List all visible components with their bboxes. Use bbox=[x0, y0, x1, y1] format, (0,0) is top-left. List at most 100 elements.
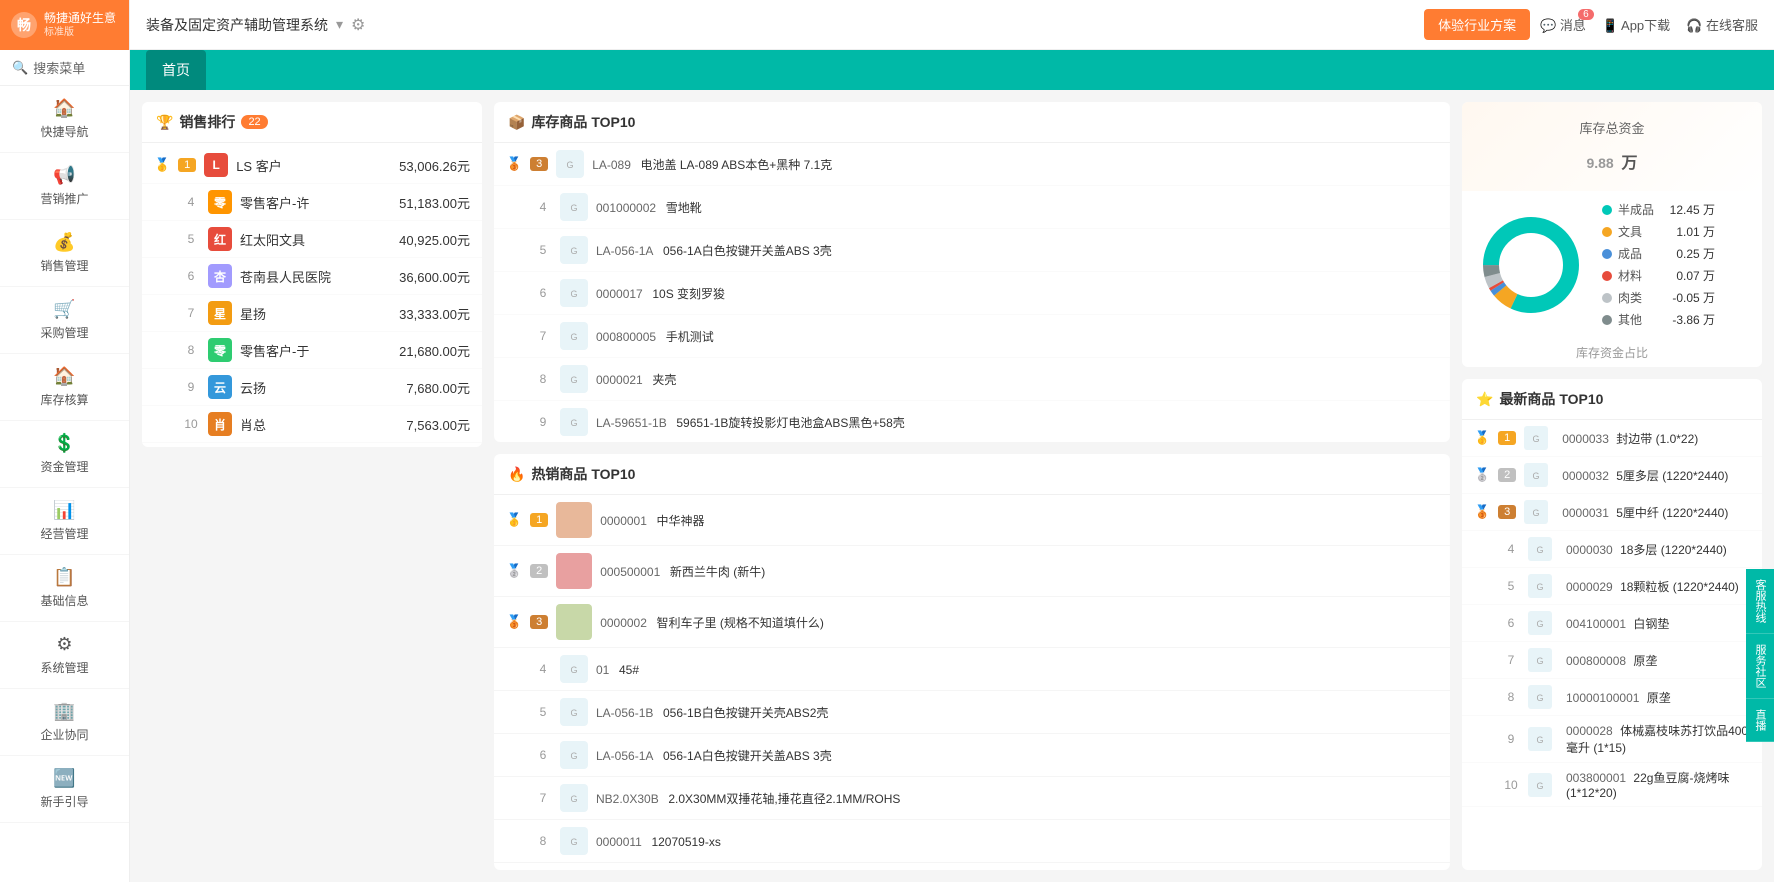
sidebar: 畅 畅捷通好生意 标准版 🔍 搜索菜单 🏠 快捷导航 📢 营销推广 💰 销售管理… bbox=[0, 0, 130, 882]
sidebar-item-operations[interactable]: 📊 经营管理 bbox=[0, 488, 129, 555]
finance-icon: 💲 bbox=[53, 433, 75, 454]
product-info: 0000021 夹壳 bbox=[596, 371, 1438, 388]
fire-icon: 🔥 bbox=[508, 466, 525, 483]
customer-name: 零售客户-许 bbox=[240, 193, 391, 212]
svg-text:G: G bbox=[1536, 619, 1543, 629]
sidebar-item-base-info[interactable]: 📋 基础信息 bbox=[0, 555, 129, 622]
product-name: 智利车子里 (规格不知道填什么) bbox=[657, 616, 824, 630]
float-live[interactable]: 直播 bbox=[1746, 699, 1774, 742]
product-name: 原垄 bbox=[1647, 691, 1671, 705]
message-icon: 💬 bbox=[1540, 18, 1556, 33]
list-item: 9 云 云扬 7,680.00元 bbox=[142, 369, 482, 406]
medal-icon: 🥈 bbox=[1474, 467, 1490, 483]
avatar: 零 bbox=[208, 338, 232, 362]
gear-icon[interactable]: ⚙ bbox=[351, 15, 365, 35]
avatar: 红 bbox=[208, 227, 232, 251]
customer-name: 红太阳文具 bbox=[240, 230, 391, 249]
product-info: 0000030 18多层 (1220*2440) bbox=[1566, 541, 1750, 558]
list-item: 7 G 000800005 手机测试 bbox=[494, 315, 1450, 358]
medal-icon: 🥇 bbox=[1474, 430, 1490, 446]
list-item: 5 G 0000029 18颗粒板 (1220*2440) bbox=[1462, 568, 1762, 605]
online-service-button[interactable]: 🎧 在线客服 bbox=[1686, 15, 1758, 34]
sidebar-item-system[interactable]: ⚙ 系统管理 bbox=[0, 622, 129, 689]
svg-text:G: G bbox=[570, 794, 577, 804]
product-name: 45# bbox=[619, 663, 639, 677]
search-icon: 🔍 bbox=[12, 60, 28, 76]
product-info: 0000002 智利车子里 (规格不知道填什么) bbox=[600, 614, 1438, 631]
legend-item: 材料 0.07 万 bbox=[1602, 267, 1715, 284]
list-item: 🥇 1 L LS 客户 53,006.26元 bbox=[142, 147, 482, 184]
svg-text:G: G bbox=[570, 289, 577, 299]
headset-icon: 🎧 bbox=[1686, 18, 1702, 33]
product-code: 0000011 bbox=[596, 835, 642, 849]
amount: 21,680.00元 bbox=[399, 341, 470, 360]
legend-label: 肉类 bbox=[1618, 289, 1654, 306]
legend-color bbox=[1602, 271, 1612, 281]
main-area: 装备及固定资产辅助管理系统 ▾ ⚙ 体验行业方案 💬 消息 6 📱 App下载 … bbox=[130, 0, 1774, 882]
list-item: 5 G LA-056-1A 056-1A白色按键开关盖ABS 3壳 bbox=[494, 229, 1450, 272]
inventory-summary-card: 库存总资金 9.88 万 bbox=[1462, 102, 1762, 367]
avatar: 云 bbox=[208, 375, 232, 399]
dropdown-arrow-icon[interactable]: ▾ bbox=[336, 16, 343, 33]
product-image bbox=[556, 553, 592, 589]
avatar: 零 bbox=[208, 190, 232, 214]
product-code: 0000017 bbox=[596, 287, 643, 301]
product-info: 0000032 5厘多层 (1220*2440) bbox=[1562, 467, 1750, 484]
mid-panel: 📦 库存商品 TOP10 🥉 3 G LA-089 电池盖 LA-089 ABS… bbox=[494, 102, 1450, 870]
product-thumbnail: G bbox=[560, 408, 588, 436]
sidebar-item-quick-nav[interactable]: 🏠 快捷导航 bbox=[0, 86, 129, 153]
sidebar-item-guide[interactable]: 🆕 新手引导 bbox=[0, 756, 129, 823]
float-community[interactable]: 服务社区 bbox=[1746, 634, 1774, 699]
sidebar-logo-text: 畅捷通好生意 标准版 bbox=[44, 11, 116, 40]
product-name: 封边带 (1.0*22) bbox=[1616, 432, 1698, 446]
float-buttons: 客服热线 服务社区 直播 bbox=[1746, 569, 1774, 742]
medal-icon: 🥇 bbox=[154, 157, 170, 173]
product-info: 0000001 中华神器 bbox=[600, 512, 1438, 529]
product-thumbnail: G bbox=[560, 784, 588, 812]
message-button[interactable]: 💬 消息 6 bbox=[1540, 15, 1586, 34]
base-info-icon: 📋 bbox=[53, 567, 75, 588]
topbar-title: 装备及固定资产辅助管理系统 ▾ ⚙ bbox=[146, 15, 1414, 35]
sidebar-item-inventory[interactable]: 🏠 库存核算 bbox=[0, 354, 129, 421]
product-name: 12070519-xs bbox=[651, 835, 720, 849]
app-download-button[interactable]: 📱 App下载 bbox=[1602, 15, 1670, 34]
product-info: 0000033 封边带 (1.0*22) bbox=[1562, 430, 1750, 447]
avatar: 杏 bbox=[208, 264, 232, 288]
search-menu[interactable]: 🔍 搜索菜单 bbox=[0, 50, 129, 86]
amount: 33,333.00元 bbox=[399, 304, 470, 323]
tab-home[interactable]: 首页 bbox=[146, 50, 206, 90]
stock-products-card: 📦 库存商品 TOP10 🥉 3 G LA-089 电池盖 LA-089 ABS… bbox=[494, 102, 1450, 442]
product-code: 000500001 bbox=[600, 565, 660, 579]
sidebar-item-marketing[interactable]: 📢 营销推广 bbox=[0, 153, 129, 220]
phone-icon: 📱 bbox=[1602, 18, 1618, 33]
inventory-total: 库存总资金 9.88 万 bbox=[1462, 102, 1762, 191]
product-thumbnail: G bbox=[1524, 500, 1548, 524]
product-info: 003800001 22g鱼豆腐-烧烤味 (1*12*20) bbox=[1566, 769, 1750, 800]
guide-icon: 🆕 bbox=[53, 768, 75, 789]
product-code: 10000100001 bbox=[1566, 691, 1639, 705]
product-thumbnail: G bbox=[560, 655, 588, 683]
legend-color bbox=[1602, 227, 1612, 237]
sidebar-item-finance[interactable]: 💲 资金管理 bbox=[0, 421, 129, 488]
legend-label: 其他 bbox=[1618, 311, 1654, 328]
list-item: 6 G 004100001 白钢垫 bbox=[1462, 605, 1762, 642]
medal-icon: 🥉 bbox=[1474, 504, 1490, 520]
product-code: 0000021 bbox=[596, 373, 643, 387]
float-customer-service[interactable]: 客服热线 bbox=[1746, 569, 1774, 634]
legend-item: 文具 1.01 万 bbox=[1602, 223, 1715, 240]
customer-name: 零售客户-于 bbox=[240, 341, 391, 360]
list-item: 🥇 1 G 0000033 封边带 (1.0*22) bbox=[1462, 420, 1762, 457]
trial-button[interactable]: 体验行业方案 bbox=[1424, 9, 1530, 40]
svg-text:G: G bbox=[570, 418, 577, 428]
legend-value: 1.01 万 bbox=[1660, 223, 1715, 240]
sidebar-item-enterprise[interactable]: 🏢 企业协同 bbox=[0, 689, 129, 756]
sidebar-item-purchase[interactable]: 🛒 采购管理 bbox=[0, 287, 129, 354]
sidebar-item-sales[interactable]: 💰 销售管理 bbox=[0, 220, 129, 287]
list-item: 9 G KK-SD22110H 花语萌僵温分腿睡袋 (厚款) bbox=[494, 863, 1450, 870]
product-info: NB2.0X30B 2.0X30MM双捶花轴,捶花直径2.1MM/ROHS bbox=[596, 790, 1438, 807]
product-image bbox=[556, 502, 592, 538]
inventory-value: 9.88 万 bbox=[1478, 143, 1746, 175]
medal-icon: 🥉 bbox=[506, 156, 522, 172]
svg-text:G: G bbox=[570, 837, 577, 847]
product-info: LA-59651-1B 59651-1B旋转投影灯电池盒ABS黑色+58壳 bbox=[596, 414, 1438, 431]
